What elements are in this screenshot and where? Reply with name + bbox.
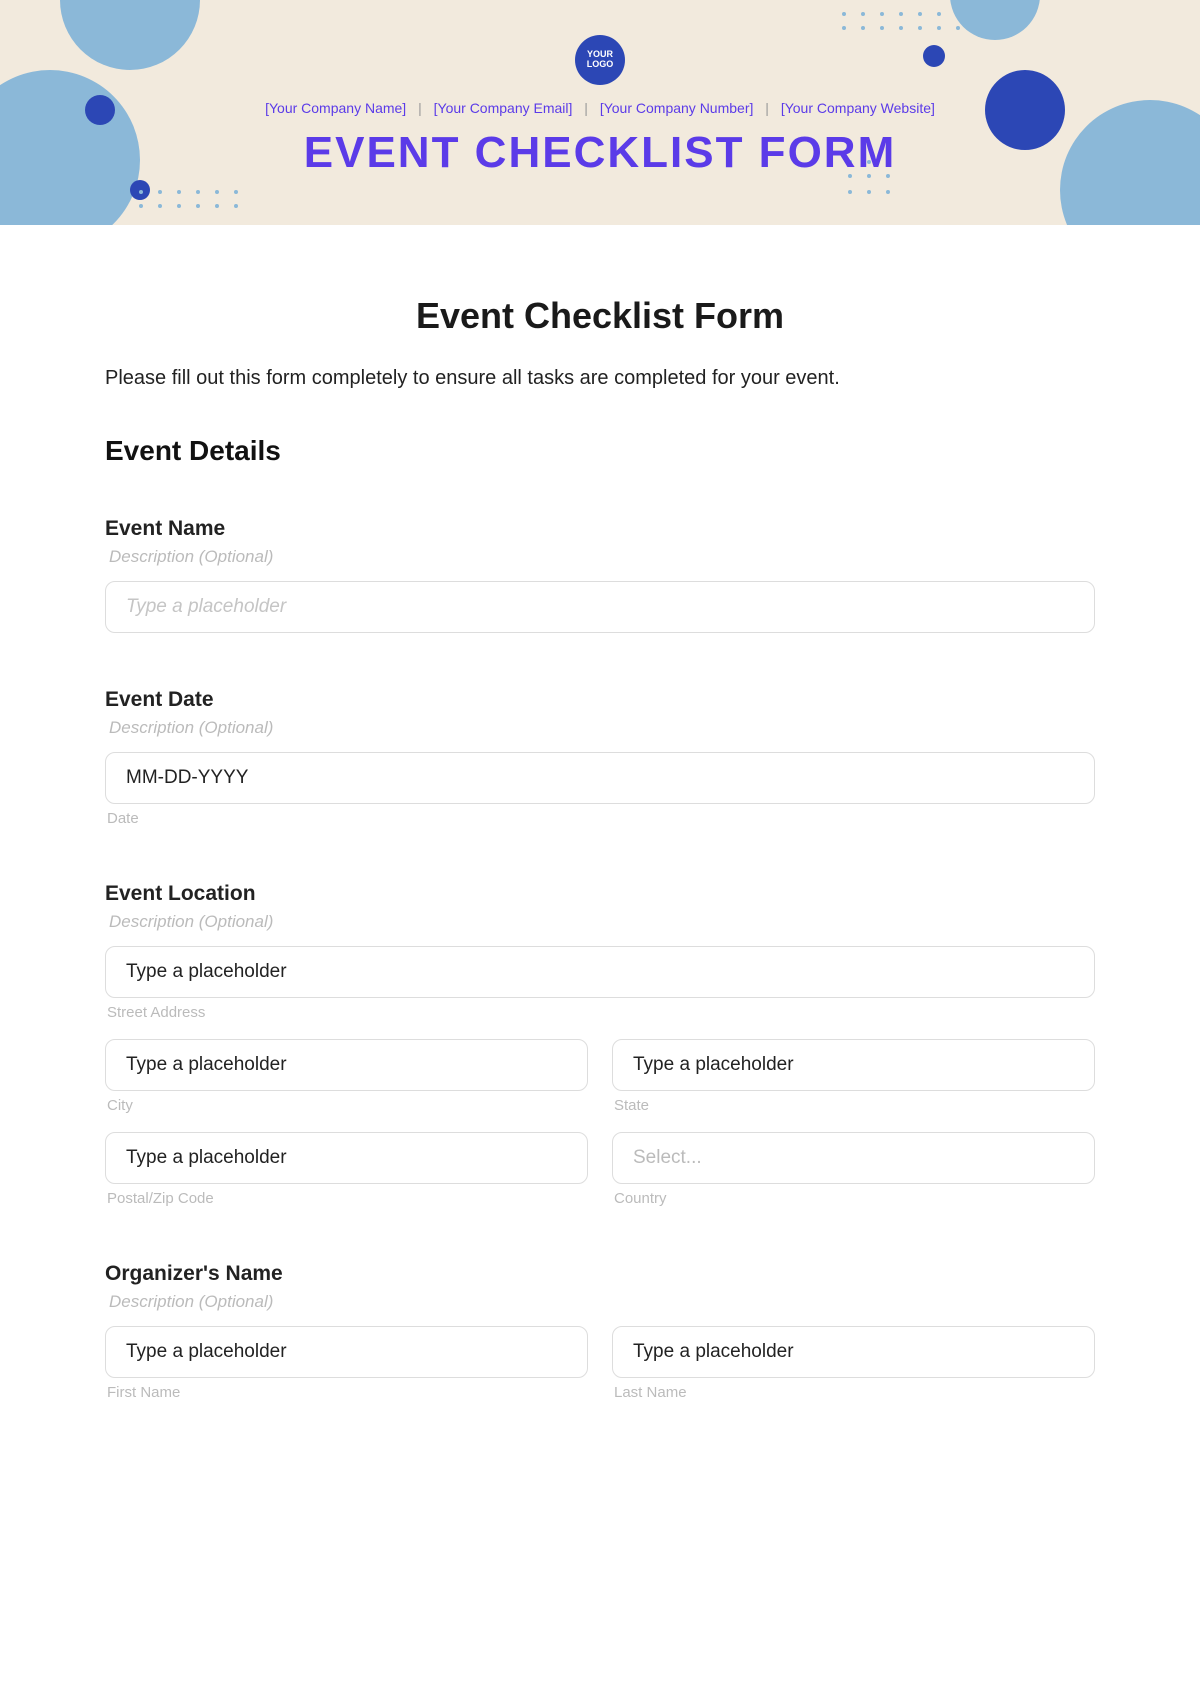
field-sublabel: Date xyxy=(107,810,1095,827)
city-input[interactable]: Type a placeholder xyxy=(105,1039,588,1091)
last-name-input[interactable]: Type a placeholder xyxy=(612,1326,1095,1378)
event-date-input[interactable]: MM-DD-YYYY xyxy=(105,752,1095,804)
company-number: [Your Company Number] xyxy=(600,100,754,116)
section-heading: Event Details xyxy=(105,435,1095,467)
field-sublabel: Street Address xyxy=(107,1004,1095,1021)
decor-dots xyxy=(848,190,890,194)
field-description: Description (Optional) xyxy=(109,912,1095,932)
company-website: [Your Company Website] xyxy=(781,100,935,116)
field-sublabel: Country xyxy=(614,1190,1095,1207)
decor-dots xyxy=(120,204,238,208)
field-description: Description (Optional) xyxy=(109,547,1095,567)
decor-circle xyxy=(923,45,945,67)
field-label: Event Name xyxy=(105,517,1095,541)
separator: | xyxy=(584,100,588,116)
company-name: [Your Company Name] xyxy=(265,100,406,116)
state-input[interactable]: Type a placeholder xyxy=(612,1039,1095,1091)
field-organizer-name: Organizer's Name Description (Optional) … xyxy=(105,1262,1095,1401)
field-description: Description (Optional) xyxy=(109,718,1095,738)
form-intro: Please fill out this form completely to … xyxy=(105,367,1095,390)
separator: | xyxy=(765,100,769,116)
company-meta: [Your Company Name] | [Your Company Emai… xyxy=(0,100,1200,116)
field-description: Description (Optional) xyxy=(109,1292,1095,1312)
field-sublabel: Postal/Zip Code xyxy=(107,1190,588,1207)
field-event-name: Event Name Description (Optional) Type a… xyxy=(105,517,1095,633)
separator: | xyxy=(418,100,422,116)
field-event-date: Event Date Description (Optional) MM-DD-… xyxy=(105,688,1095,827)
postal-input[interactable]: Type a placeholder xyxy=(105,1132,588,1184)
field-sublabel: Last Name xyxy=(614,1384,1095,1401)
decor-dots xyxy=(842,26,960,30)
street-address-input[interactable]: Type a placeholder xyxy=(105,946,1095,998)
field-sublabel: First Name xyxy=(107,1384,588,1401)
form-title: Event Checklist Form xyxy=(105,295,1095,337)
decor-dots xyxy=(842,12,960,16)
company-email: [Your Company Email] xyxy=(434,100,573,116)
decor-dots xyxy=(120,190,238,194)
first-name-input[interactable]: Type a placeholder xyxy=(105,1326,588,1378)
field-label: Event Date xyxy=(105,688,1095,712)
form-content: Event Checklist Form Please fill out thi… xyxy=(0,225,1200,1496)
event-name-input[interactable]: Type a placeholder xyxy=(105,581,1095,633)
field-sublabel: State xyxy=(614,1097,1095,1114)
banner-header: YOUR LOGO [Your Company Name] | [Your Co… xyxy=(0,0,1200,225)
banner-title: EVENT CHECKLIST FORM xyxy=(0,128,1200,178)
field-event-location: Event Location Description (Optional) Ty… xyxy=(105,882,1095,1207)
field-label: Organizer's Name xyxy=(105,1262,1095,1286)
decor-circle xyxy=(950,0,1040,40)
field-label: Event Location xyxy=(105,882,1095,906)
decor-circle xyxy=(60,0,200,70)
country-select[interactable]: Select... xyxy=(612,1132,1095,1184)
field-sublabel: City xyxy=(107,1097,588,1114)
logo-placeholder: YOUR LOGO xyxy=(575,35,625,85)
